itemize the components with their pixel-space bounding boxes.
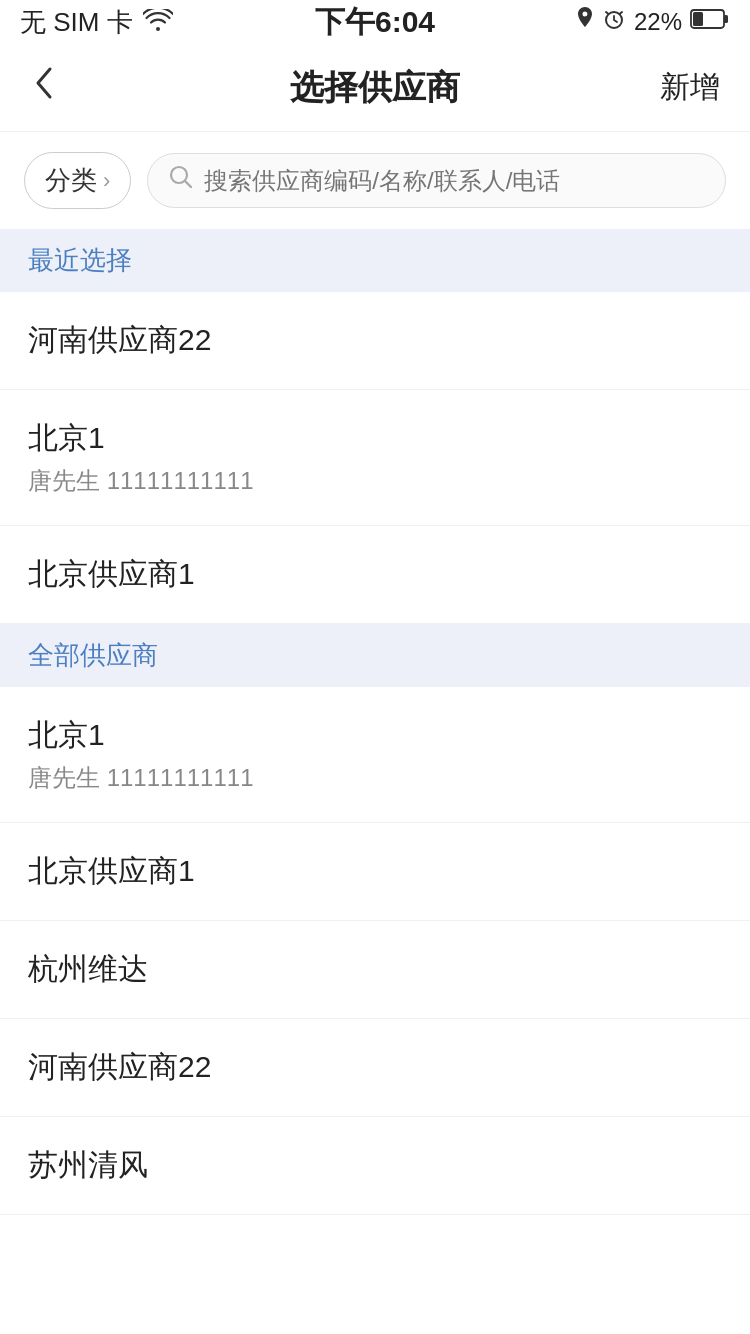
status-left: 无 SIM 卡 bbox=[20, 5, 173, 40]
category-button[interactable]: 分类 › bbox=[24, 152, 131, 209]
search-input[interactable] bbox=[204, 167, 705, 195]
page-title: 选择供应商 bbox=[290, 65, 460, 111]
status-bar: 无 SIM 卡 下午6:04 22% bbox=[0, 0, 750, 44]
all-section-header: 全部供应商 bbox=[0, 624, 750, 687]
svg-rect-2 bbox=[724, 15, 728, 23]
add-button[interactable]: 新增 bbox=[660, 67, 720, 108]
nav-bar: 选择供应商 新增 bbox=[0, 44, 750, 132]
status-right: 22% bbox=[576, 7, 730, 37]
all-section-label: 全部供应商 bbox=[28, 640, 158, 670]
list-item[interactable]: 北京1 唐先生 11111111111 bbox=[0, 390, 750, 526]
battery-icon bbox=[690, 8, 730, 36]
list-item[interactable]: 北京供应商1 bbox=[0, 526, 750, 624]
back-button[interactable] bbox=[30, 61, 90, 114]
no-sim-label: 无 SIM 卡 bbox=[20, 5, 133, 40]
battery-percent: 22% bbox=[634, 8, 682, 36]
search-icon bbox=[168, 164, 194, 197]
list-item[interactable]: 杭州维达 bbox=[0, 921, 750, 1019]
item-name: 北京1 bbox=[28, 715, 722, 756]
item-name: 北京供应商1 bbox=[28, 851, 722, 892]
wifi-icon bbox=[143, 7, 173, 38]
filter-bar: 分类 › bbox=[0, 132, 750, 229]
chevron-right-icon: › bbox=[103, 168, 110, 194]
list-item[interactable]: 河南供应商22 bbox=[0, 292, 750, 390]
list-item[interactable]: 河南供应商22 bbox=[0, 1019, 750, 1117]
svg-rect-3 bbox=[693, 12, 703, 26]
item-name: 河南供应商22 bbox=[28, 320, 722, 361]
recent-section-header: 最近选择 bbox=[0, 229, 750, 292]
recent-section-label: 最近选择 bbox=[28, 245, 132, 275]
list-item[interactable]: 北京供应商1 bbox=[0, 823, 750, 921]
item-sub: 唐先生 11111111111 bbox=[28, 762, 722, 794]
recent-items-list: 河南供应商22 北京1 唐先生 11111111111 北京供应商1 bbox=[0, 292, 750, 624]
list-item[interactable]: 北京1 唐先生 11111111111 bbox=[0, 687, 750, 823]
item-name: 北京供应商1 bbox=[28, 554, 722, 595]
item-name: 河南供应商22 bbox=[28, 1047, 722, 1088]
all-items-list: 北京1 唐先生 11111111111 北京供应商1 杭州维达河南供应商22 苏州清风 bbox=[0, 687, 750, 1215]
search-box bbox=[147, 153, 726, 208]
list-item[interactable]: 苏州清风 bbox=[0, 1117, 750, 1215]
location-icon bbox=[576, 7, 594, 37]
item-name: 北京1 bbox=[28, 418, 722, 459]
status-time: 下午6:04 bbox=[315, 2, 435, 43]
category-label: 分类 bbox=[45, 163, 97, 198]
item-sub: 唐先生 11111111111 bbox=[28, 465, 722, 497]
item-name: 杭州维达 bbox=[28, 949, 722, 990]
alarm-icon bbox=[602, 7, 626, 37]
item-name: 苏州清风 bbox=[28, 1145, 722, 1186]
